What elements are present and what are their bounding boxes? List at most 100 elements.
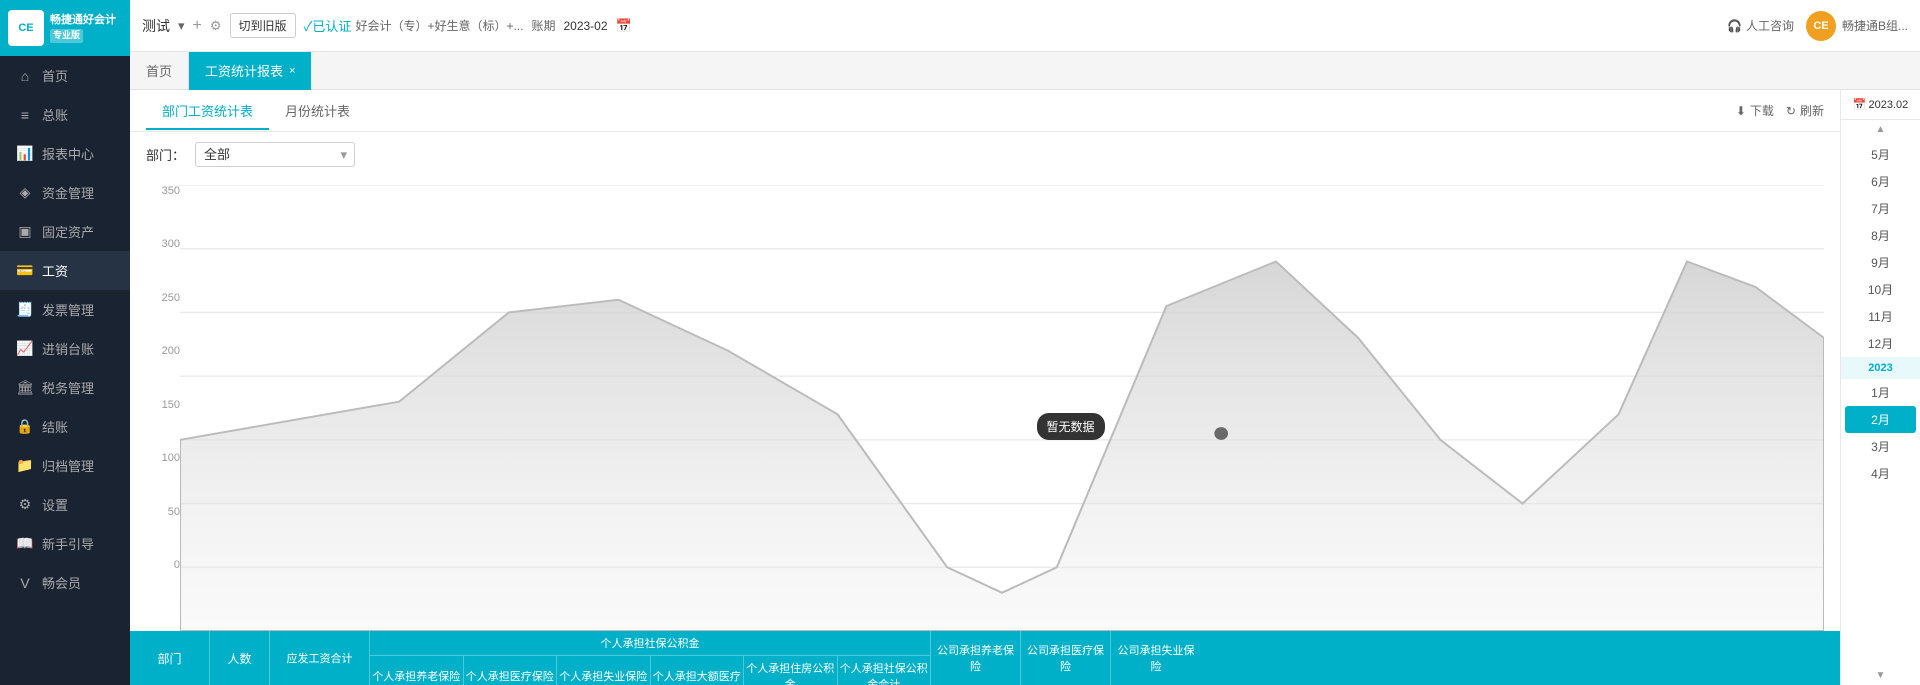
subtab-bar: 部门工资统计表 月份统计表 ⬇ 下载 ↻ 刷新 <box>130 90 1840 132</box>
sales-icon: 📈 <box>16 340 34 357</box>
date-nav-up-button[interactable]: ▲ <box>1841 120 1920 139</box>
topbar: 测试 ▾ + ⚙ 切到旧版 ✓已认证 好会计（专）+好生意（标）+... 账期 … <box>130 0 1920 52</box>
refresh-label: 刷新 <box>1800 102 1824 119</box>
sidebar-item-assets[interactable]: ▣ 固定资产 <box>0 212 130 251</box>
date-month-12[interactable]: 12月 <box>1841 330 1920 357</box>
sidebar-item-closing[interactable]: 🔒 结账 <box>0 407 130 446</box>
y-label-0: 0 <box>174 559 180 571</box>
tabbar: 首页 工资统计报表 × <box>130 52 1920 90</box>
y-label-150: 150 <box>162 399 180 411</box>
sidebar-label-tax: 税务管理 <box>42 378 94 397</box>
funds-icon: ◈ <box>16 184 34 201</box>
date-month-4[interactable]: 4月 <box>1841 460 1920 487</box>
service-label: 人工咨询 <box>1746 17 1794 34</box>
company-name: 测试 <box>142 16 170 36</box>
guide-icon: 📖 <box>16 535 34 552</box>
col-personal-housing-fund: 个人承担住房公积金 <box>744 656 838 685</box>
subtab-dept[interactable]: 部门工资统计表 <box>146 93 269 130</box>
period-label: 账期 <box>531 17 555 34</box>
sidebar-label-settings: 设置 <box>42 495 68 514</box>
chart-tooltip-marker <box>1214 427 1228 440</box>
date-year-2023: 2023 <box>1841 357 1920 379</box>
col-personal-total: 个人承担社保公积金合计 <box>838 656 931 685</box>
username: 畅捷通B组... <box>1842 17 1908 34</box>
sidebar-item-guide[interactable]: 📖 新手引导 <box>0 524 130 563</box>
current-date: 2023.02 <box>1868 99 1908 111</box>
table-group-personal: 个人承担社保公积金 个人承担养老保险 个人承担医疗保险 个人承担失业保险 <box>370 631 931 685</box>
group-header-personal: 个人承担社保公积金 <box>370 631 930 656</box>
sidebar-label-guide: 新手引导 <box>42 534 94 553</box>
invoice-icon: 🧾 <box>16 301 34 318</box>
table-col-total-salary: 应发工资合计 <box>270 631 370 685</box>
col-personal-pension: 个人承担养老保险 <box>370 656 464 685</box>
date-month-1[interactable]: 1月 <box>1841 379 1920 406</box>
col-personal-unemployment: 个人承担失业保险 <box>557 656 651 685</box>
date-month-6[interactable]: 6月 <box>1841 168 1920 195</box>
settings-btn[interactable]: ⚙ <box>210 18 222 34</box>
sidebar-label-ledger: 总账 <box>42 105 68 124</box>
sidebar-label-salary: 工资 <box>42 261 68 280</box>
sidebar-item-reports[interactable]: 📊 报表中心 <box>0 134 130 173</box>
date-month-8[interactable]: 8月 <box>1841 222 1920 249</box>
tab-home-label: 首页 <box>146 61 172 80</box>
avatar: CE <box>1806 11 1836 41</box>
table-col-count: 人数 <box>210 631 270 685</box>
sidebar-item-archive[interactable]: 📁 归档管理 <box>0 446 130 485</box>
add-btn[interactable]: + <box>193 17 202 35</box>
archive-icon: 📁 <box>16 457 34 474</box>
date-month-11[interactable]: 11月 <box>1841 303 1920 330</box>
date-nav-down-button[interactable]: ▼ <box>1841 666 1920 685</box>
y-label-50: 50 <box>168 506 180 518</box>
sidebar-label-archive: 归档管理 <box>42 456 94 475</box>
sidebar-item-invoice[interactable]: 🧾 发票管理 <box>0 290 130 329</box>
sidebar-item-settings[interactable]: ⚙ 设置 <box>0 485 130 524</box>
service-button[interactable]: 🎧 人工咨询 <box>1727 17 1794 34</box>
dept-select[interactable]: 全部 <box>195 142 355 167</box>
date-list: 5月 6月 7月 8月 9月 10月 11月 12月 2023 1月 2月 3月… <box>1841 139 1920 666</box>
sidebar-item-ledger[interactable]: ≡ 总账 <box>0 95 130 134</box>
sidebar-item-sales[interactable]: 📈 进销台账 <box>0 329 130 368</box>
date-month-2-active[interactable]: 2月 <box>1845 406 1916 433</box>
chart-svg <box>180 185 1824 631</box>
sidebar-item-salary[interactable]: 💳 工资 <box>0 251 130 290</box>
sidebar: CE 畅捷通好会计 专业版 ⌂ 首页 ≡ 总账 📊 报表中心 ◈ 资金管理 ▣ … <box>0 0 130 685</box>
filter-label: 部门： <box>146 145 185 164</box>
refresh-button[interactable]: ↻ 刷新 <box>1786 102 1824 119</box>
sidebar-label-sales: 进销台账 <box>42 339 94 358</box>
subtab-monthly[interactable]: 月份统计表 <box>269 93 366 130</box>
switch-version-button[interactable]: 切到旧版 <box>230 13 296 38</box>
y-label-200: 200 <box>162 345 180 357</box>
sidebar-label-invoice: 发票管理 <box>42 300 94 319</box>
app-logo: CE 畅捷通好会计 专业版 <box>0 0 130 56</box>
content-area: 部门工资统计表 月份统计表 ⬇ 下载 ↻ 刷新 <box>130 90 1920 685</box>
download-button[interactable]: ⬇ 下载 <box>1736 102 1774 119</box>
sidebar-item-tax[interactable]: 🏛 税务管理 <box>0 368 130 407</box>
date-panel: 📅 2023.02 ▲ 5月 6月 7月 8月 9月 10月 11月 12月 2… <box>1840 90 1920 685</box>
date-month-7[interactable]: 7月 <box>1841 195 1920 222</box>
refresh-icon: ↻ <box>1786 104 1796 118</box>
sidebar-item-home[interactable]: ⌂ 首页 <box>0 56 130 95</box>
settings-icon: ⚙ <box>16 496 34 513</box>
date-month-10[interactable]: 10月 <box>1841 276 1920 303</box>
company-dropdown[interactable]: ▾ <box>178 18 185 34</box>
tab-salary-report[interactable]: 工资统计报表 × <box>189 52 311 90</box>
col-company-medical: 公司承担医疗保险 <box>1021 631 1111 685</box>
reports-icon: 📊 <box>16 145 34 162</box>
y-axis: 350 300 250 200 150 100 50 0 <box>146 185 180 571</box>
y-label-350: 350 <box>162 185 180 197</box>
ledger-icon: ≡ <box>16 107 34 123</box>
logo-icon: CE <box>8 10 44 46</box>
tab-close-icon[interactable]: × <box>289 65 295 77</box>
sidebar-item-vip[interactable]: V 畅会员 <box>0 563 130 602</box>
download-label: 下载 <box>1750 102 1774 119</box>
sidebar-item-funds[interactable]: ◈ 资金管理 <box>0 173 130 212</box>
tab-home[interactable]: 首页 <box>130 52 189 90</box>
logo-edition: 专业版 <box>50 29 83 43</box>
table-header: 部门 人数 应发工资合计 个人承担社保公积金 个人承担养老保险 <box>130 631 1840 685</box>
date-month-5[interactable]: 5月 <box>1841 141 1920 168</box>
date-month-3[interactable]: 3月 <box>1841 433 1920 460</box>
subtab-monthly-label: 月份统计表 <box>285 104 350 119</box>
sidebar-label-reports: 报表中心 <box>42 144 94 163</box>
date-month-9[interactable]: 9月 <box>1841 249 1920 276</box>
calendar-icon[interactable]: 📅 <box>616 18 632 34</box>
